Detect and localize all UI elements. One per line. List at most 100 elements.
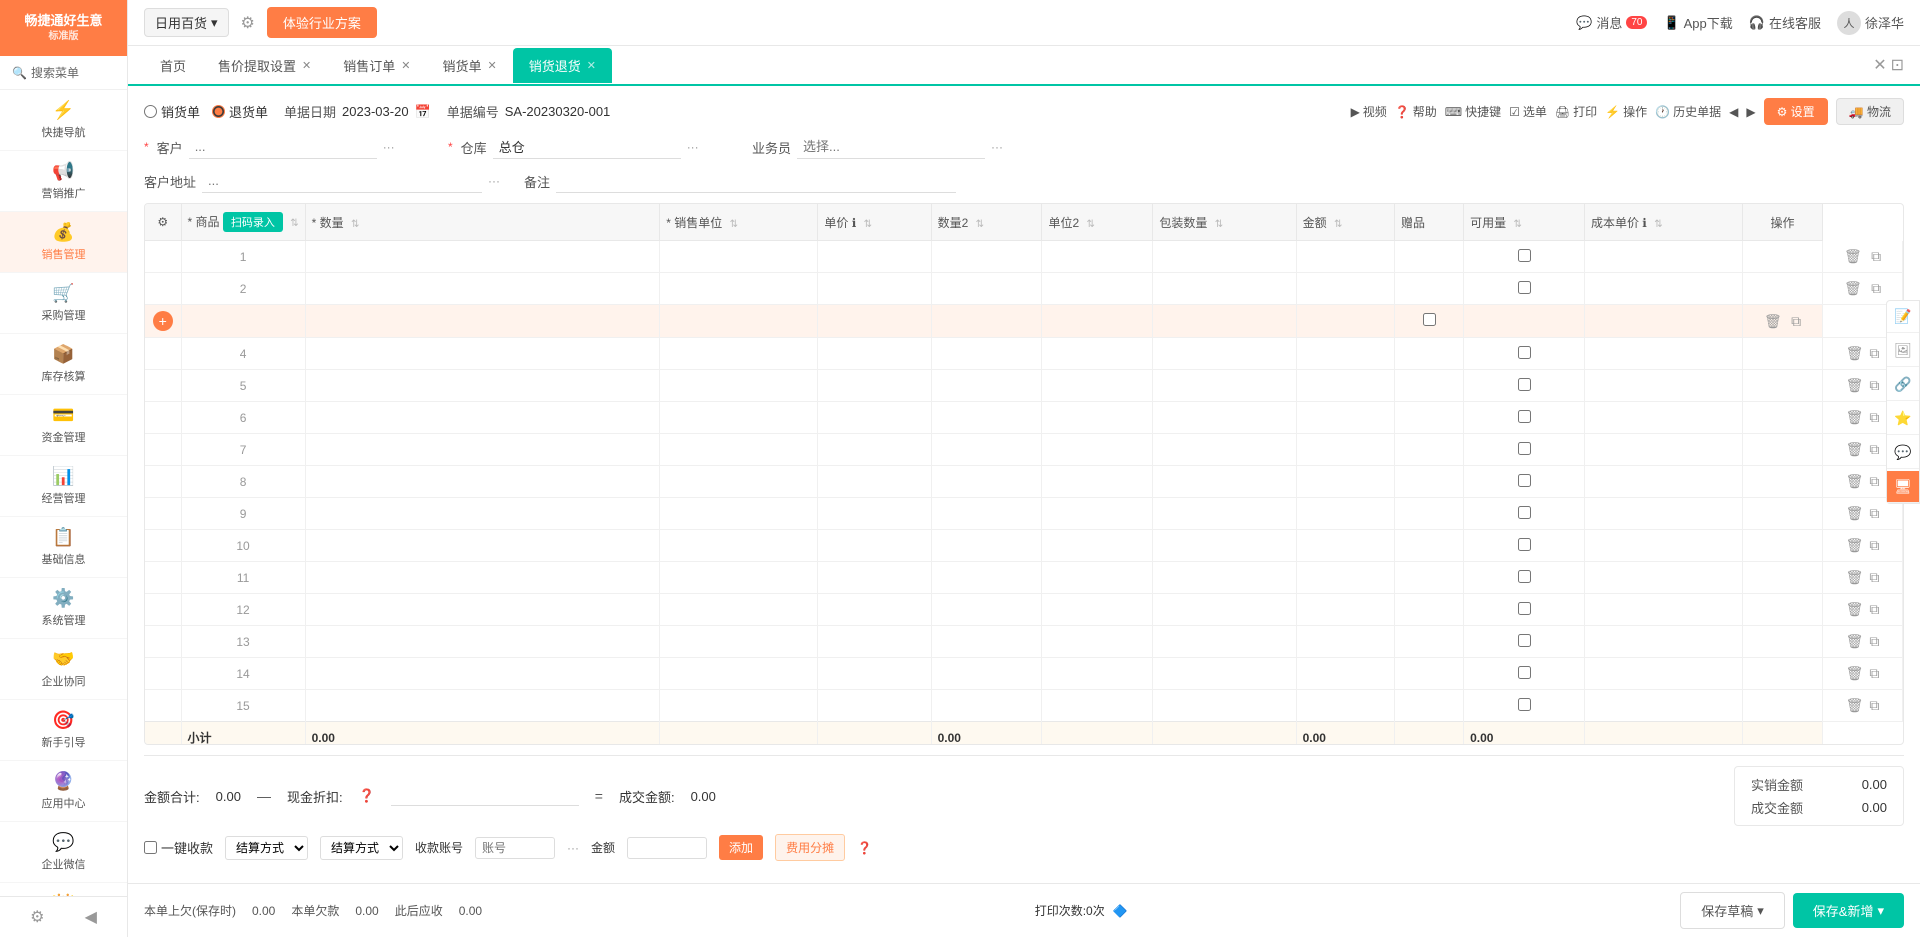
sidebar-collapse-btn[interactable]: ◀ bbox=[85, 907, 97, 927]
sidebar-item-new-guide[interactable]: 🎯 新手引导 bbox=[0, 700, 127, 761]
copy-row-14[interactable]: ⧉ bbox=[1869, 665, 1879, 681]
unit-price-sort[interactable]: ⇅ bbox=[864, 219, 872, 230]
copy-row-10[interactable]: ⧉ bbox=[1869, 537, 1879, 553]
cost-unit-cell-1[interactable] bbox=[1743, 241, 1823, 273]
right-note-btn[interactable]: 📝 bbox=[1887, 301, 1919, 333]
amount-cell-2[interactable] bbox=[1395, 273, 1464, 305]
staff-input[interactable] bbox=[797, 135, 985, 159]
customer-picker-btn[interactable]: ··· bbox=[383, 140, 395, 154]
quantity2-cell-3[interactable] bbox=[931, 305, 1042, 338]
product-cell-2[interactable] bbox=[305, 273, 660, 305]
copy-row-5[interactable]: ⧉ bbox=[1869, 377, 1879, 393]
radio-sales-input[interactable] bbox=[144, 105, 157, 118]
pkg-qty-cell-3[interactable] bbox=[1153, 305, 1296, 338]
help-btn[interactable]: ❓ 帮助 bbox=[1395, 103, 1437, 120]
copy-row-1[interactable]: ⧉ bbox=[1871, 248, 1881, 264]
one-click-payment-input[interactable] bbox=[144, 841, 157, 854]
copy-row-4[interactable]: ⧉ bbox=[1869, 345, 1879, 361]
sidebar-item-marketing[interactable]: 📢 营销推广 bbox=[0, 151, 127, 212]
sidebar-item-app-center[interactable]: 🔮 应用中心 bbox=[0, 761, 127, 822]
unit2-cell-3[interactable] bbox=[1042, 305, 1153, 338]
sidebar-item-inventory[interactable]: 📦 库存核算 bbox=[0, 334, 127, 395]
table-settings-header[interactable]: ⚙ bbox=[145, 204, 181, 241]
tab-sales-return-close[interactable]: ✕ bbox=[587, 59, 596, 72]
delete-row-5[interactable]: 🗑 bbox=[1846, 377, 1864, 393]
tab-sales-return[interactable]: 销货退货 ✕ bbox=[513, 48, 612, 83]
tab-sales-delivery-close[interactable]: ✕ bbox=[488, 59, 497, 72]
copy-row-15[interactable]: ⧉ bbox=[1869, 697, 1879, 713]
copy-row-7[interactable]: ⧉ bbox=[1869, 441, 1879, 457]
right-star-btn[interactable]: ⭐ bbox=[1887, 403, 1919, 435]
quantity-cell-1[interactable] bbox=[660, 241, 818, 273]
radio-return-input[interactable] bbox=[212, 105, 225, 118]
history-btn[interactable]: 🕐 历史单据 bbox=[1655, 103, 1721, 120]
account-input[interactable] bbox=[475, 837, 555, 859]
radio-return[interactable]: 退货单 bbox=[212, 102, 268, 121]
gift-cell-1[interactable] bbox=[1464, 241, 1585, 273]
daily-goods-selector[interactable]: 日用百货 ▾ bbox=[144, 8, 229, 37]
gift-cell-2[interactable] bbox=[1464, 273, 1585, 305]
copy-row-3[interactable]: ⧉ bbox=[1791, 313, 1801, 329]
delete-row-9[interactable]: 🗑 bbox=[1846, 505, 1864, 521]
warehouse-input[interactable] bbox=[493, 135, 681, 159]
cost-unit-cell-3[interactable] bbox=[1584, 305, 1742, 338]
copy-row-8[interactable]: ⧉ bbox=[1869, 473, 1879, 489]
product-cell-1[interactable] bbox=[305, 241, 660, 273]
available-cell-3[interactable] bbox=[1464, 305, 1585, 338]
product-input-1[interactable] bbox=[312, 249, 654, 264]
one-click-payment-checkbox[interactable]: 一键收款 bbox=[144, 838, 213, 857]
tab-sales-order-close[interactable]: ✕ bbox=[401, 59, 410, 72]
settlement-method-select[interactable]: 结算方式 bbox=[225, 836, 308, 860]
unit-price-cell-3[interactable] bbox=[818, 305, 931, 338]
online-service-btn[interactable]: 🎧 在线客服 bbox=[1749, 13, 1821, 32]
close-all-icon[interactable]: ✕ bbox=[1873, 55, 1886, 75]
prev-doc-btn[interactable]: ◀ bbox=[1729, 105, 1738, 119]
sales-unit-cell-2[interactable] bbox=[818, 273, 931, 305]
logistics-btn[interactable]: 🚚 物流 bbox=[1836, 98, 1904, 125]
amount-cell-3[interactable] bbox=[1296, 305, 1394, 338]
experience-btn[interactable]: 体验行业方案 bbox=[267, 7, 377, 38]
right-link-btn[interactable]: 🔗 bbox=[1887, 369, 1919, 401]
unit2-cell-2[interactable] bbox=[1153, 273, 1296, 305]
copy-row-6[interactable]: ⧉ bbox=[1869, 409, 1879, 425]
address-picker-btn[interactable]: ··· bbox=[488, 174, 500, 188]
address-input[interactable] bbox=[202, 169, 482, 193]
dropdown-arrow-icon[interactable]: ▾ bbox=[1757, 903, 1764, 919]
quantity-cell-2[interactable] bbox=[660, 273, 818, 305]
calendar-icon[interactable]: 📅 bbox=[415, 104, 431, 120]
delete-row-12[interactable]: 🗑 bbox=[1846, 601, 1864, 617]
available-cell-1[interactable] bbox=[1584, 241, 1742, 273]
notes-input[interactable] bbox=[556, 169, 956, 193]
settings-btn[interactable]: ⚙ 设置 bbox=[1764, 98, 1828, 125]
gift-cell-3[interactable] bbox=[1395, 305, 1464, 338]
delete-row-10[interactable]: 🗑 bbox=[1846, 537, 1864, 553]
tab-price-settings[interactable]: 售价提取设置 ✕ bbox=[202, 48, 327, 83]
account-picker-btn[interactable]: ··· bbox=[567, 841, 579, 855]
delete-row-14[interactable]: 🗑 bbox=[1846, 665, 1864, 681]
delete-row-1[interactable]: 🗑 bbox=[1844, 248, 1862, 264]
restore-icon[interactable]: ⊡ bbox=[1891, 55, 1904, 75]
copy-row-9[interactable]: ⧉ bbox=[1869, 505, 1879, 521]
sidebar-item-operations[interactable]: 📊 经营管理 bbox=[0, 456, 127, 517]
gift-checkbox-1[interactable] bbox=[1518, 249, 1531, 262]
quantity2-sort[interactable]: ⇅ bbox=[976, 219, 984, 230]
delete-row-7[interactable]: 🗑 bbox=[1846, 441, 1864, 457]
quantity2-cell-2[interactable] bbox=[1042, 273, 1153, 305]
sales-unit-cell-1[interactable] bbox=[818, 241, 931, 273]
topbar-settings-icon[interactable]: ⚙ bbox=[237, 9, 259, 37]
tab-home[interactable]: 首页 bbox=[144, 48, 202, 83]
video-btn[interactable]: ▶ 视频 bbox=[1351, 103, 1387, 120]
pkg-qty-cell-2[interactable] bbox=[1296, 273, 1394, 305]
payment-amount-input[interactable] bbox=[627, 837, 707, 859]
calc-method-select[interactable]: 结算方式 bbox=[320, 836, 403, 860]
warehouse-picker-btn[interactable]: ··· bbox=[687, 140, 699, 154]
sidebar-item-purchase[interactable]: 🛒 采购管理 bbox=[0, 273, 127, 334]
cost-unit-sort[interactable]: ⇅ bbox=[1654, 219, 1662, 230]
sidebar-item-enterprise-wechat[interactable]: 💬 企业微信 bbox=[0, 822, 127, 883]
sidebar-item-quick-nav[interactable]: ⚡ 快捷导航 bbox=[0, 90, 127, 151]
unit2-cell-1[interactable] bbox=[1153, 241, 1296, 273]
product-cell-3[interactable] bbox=[181, 305, 305, 338]
delete-row-11[interactable]: 🗑 bbox=[1846, 569, 1864, 585]
customer-input[interactable] bbox=[189, 135, 377, 159]
add-payment-btn[interactable]: 添加 bbox=[719, 835, 763, 860]
